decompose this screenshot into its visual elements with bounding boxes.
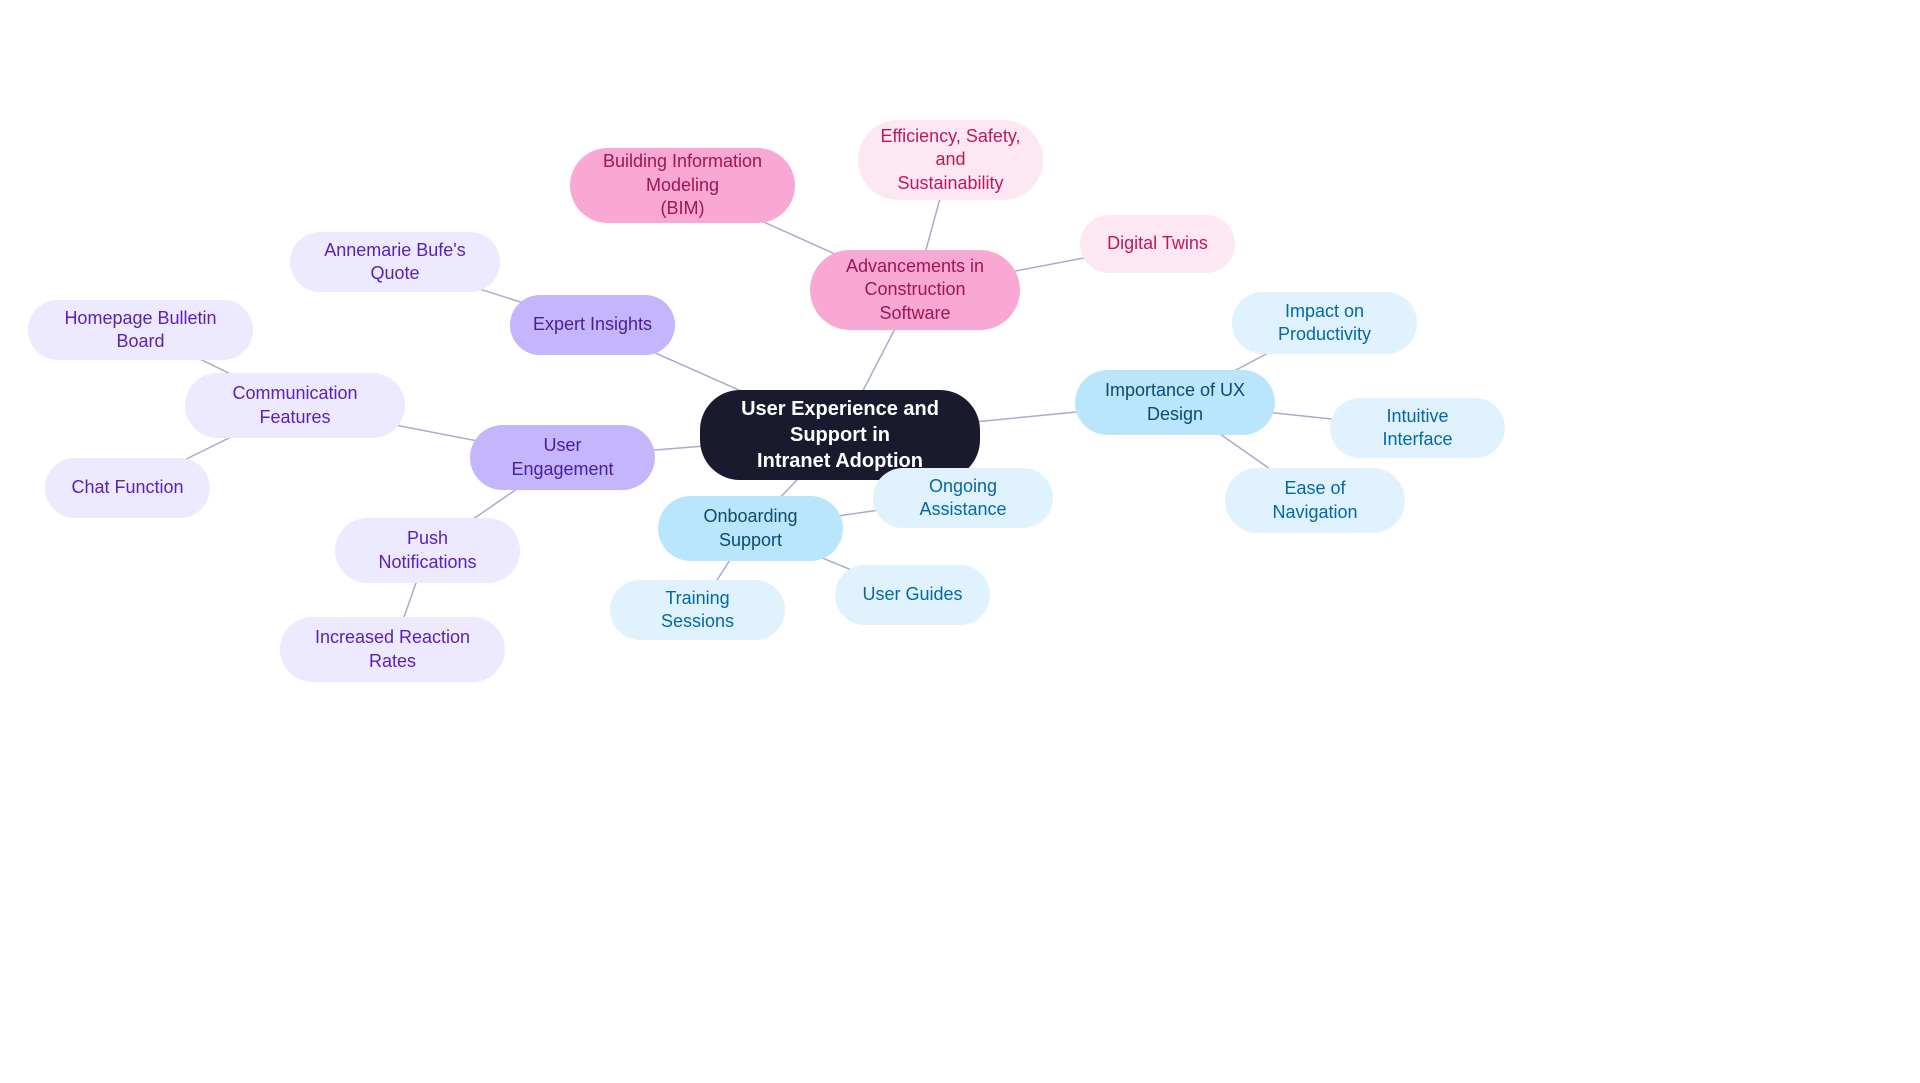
communication-features-label: Communication Features (207, 382, 383, 429)
bim-label: Building Information Modeling (BIM) (592, 150, 773, 220)
expert-insights-node: Expert Insights (510, 295, 675, 355)
user-engagement-label: User Engagement (492, 434, 633, 481)
training-sessions-node: Training Sessions (610, 580, 785, 640)
ease-navigation-node: Ease of Navigation (1225, 468, 1405, 533)
homepage-bulletin-board-node: Homepage Bulletin Board (28, 300, 253, 360)
center-node: User Experience and Support in Intranet … (700, 390, 980, 480)
user-engagement-node: User Engagement (470, 425, 655, 490)
advancements-node: Advancements in Construction Software (810, 250, 1020, 330)
digital-twins-node: Digital Twins (1080, 215, 1235, 273)
ongoing-assistance-node: Ongoing Assistance (873, 468, 1053, 528)
training-sessions-label: Training Sessions (632, 587, 763, 634)
importance-ux-node: Importance of UX Design (1075, 370, 1275, 435)
impact-productivity-label: Impact on Productivity (1254, 300, 1395, 347)
importance-ux-label: Importance of UX Design (1097, 379, 1253, 426)
ongoing-assistance-label: Ongoing Assistance (895, 475, 1031, 522)
onboarding-support-node: Onboarding Support (658, 496, 843, 561)
annemarie-label: Annemarie Bufe's Quote (312, 239, 478, 286)
user-guides-node: User Guides (835, 565, 990, 625)
chat-function-node: Chat Function (45, 458, 210, 518)
chat-function-label: Chat Function (71, 476, 183, 499)
increased-reaction-rates-label: Increased Reaction Rates (302, 626, 483, 673)
increased-reaction-rates-node: Increased Reaction Rates (280, 617, 505, 682)
homepage-bulletin-board-label: Homepage Bulletin Board (50, 307, 231, 354)
ease-navigation-label: Ease of Navigation (1247, 477, 1383, 524)
bim-node: Building Information Modeling (BIM) (570, 148, 795, 223)
user-guides-label: User Guides (862, 583, 962, 606)
advancements-label: Advancements in Construction Software (832, 255, 998, 325)
push-notifications-node: Push Notifications (335, 518, 520, 583)
digital-twins-label: Digital Twins (1107, 232, 1208, 255)
intuitive-interface-node: Intuitive Interface (1330, 398, 1505, 458)
expert-insights-label: Expert Insights (533, 313, 652, 336)
efficiency-node: Efficiency, Safety, and Sustainability (858, 120, 1043, 200)
push-notifications-label: Push Notifications (357, 527, 498, 574)
intuitive-interface-label: Intuitive Interface (1352, 405, 1483, 452)
onboarding-support-label: Onboarding Support (680, 505, 821, 552)
efficiency-label: Efficiency, Safety, and Sustainability (880, 125, 1021, 195)
communication-features-node: Communication Features (185, 373, 405, 438)
impact-productivity-node: Impact on Productivity (1232, 292, 1417, 354)
center-label: User Experience and Support in Intranet … (736, 396, 944, 474)
annemarie-node: Annemarie Bufe's Quote (290, 232, 500, 292)
